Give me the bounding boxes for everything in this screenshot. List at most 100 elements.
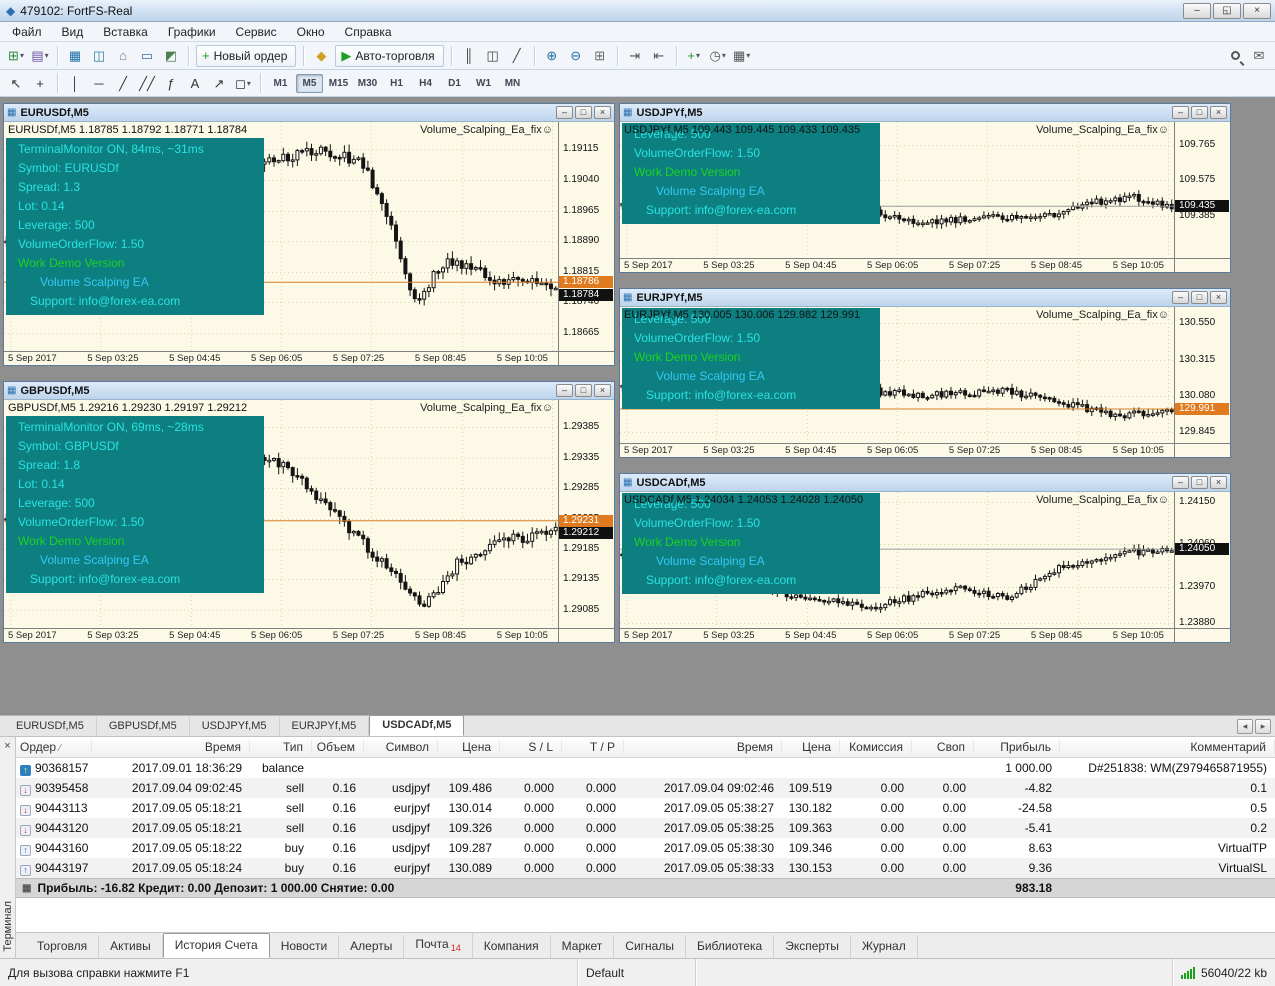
column-header-8[interactable]: Время [624, 740, 782, 754]
zoom-in-icon[interactable]: ⊕ [541, 45, 563, 67]
fibonacci-icon[interactable]: ƒ [160, 72, 182, 94]
timeframe-m30-button[interactable]: M30 [354, 74, 381, 93]
window-titlebar[interactable]: ◆ 479102: FortFS-Real – ◱ × [0, 0, 1275, 22]
terminal-tab-news[interactable]: Новости [270, 935, 340, 958]
chart-tab-gbpusdf-m5[interactable]: GBPUSDf,M5 [97, 717, 190, 736]
dropdown-caret-icon[interactable]: ▾ [20, 51, 24, 60]
terminal-tab-journal[interactable]: Журнал [851, 935, 918, 958]
time-axis[interactable]: 5 Sep 2017 5 Sep 03:25 5 Sep 04:45 5 Sep 06… [620, 258, 1174, 272]
chart-maximize-button[interactable]: □ [575, 106, 592, 119]
chart-maximize-button[interactable]: □ [1191, 291, 1208, 304]
navigator-icon[interactable]: ⌂ [112, 45, 134, 67]
timeframe-m1-button[interactable]: M1 [267, 74, 294, 93]
vertical-line-icon[interactable]: │ [64, 72, 86, 94]
chart-minimize-button[interactable]: – [1172, 476, 1189, 489]
tabs-scroll-left-button[interactable]: ◂ [1237, 719, 1253, 734]
timeframe-h4-button[interactable]: H4 [412, 74, 439, 93]
menu-view[interactable]: Вид [52, 23, 94, 41]
history-row[interactable]: ↑ 90443197 2017.09.05 05:18:24 buy 0.16 eurjp… [16, 858, 1275, 878]
menu-window[interactable]: Окно [287, 23, 335, 41]
cursor-icon[interactable]: ↖ [5, 72, 27, 94]
chart-minimize-button[interactable]: – [1172, 106, 1189, 119]
menu-file[interactable]: Файл [2, 23, 52, 41]
chart-maximize-button[interactable]: □ [1191, 476, 1208, 489]
candlestick-chart-icon[interactable]: ◫ [482, 45, 504, 67]
timeframe-m15-button[interactable]: M15 [325, 74, 352, 93]
autotrade-button[interactable]: ▶ Авто-торговля [335, 44, 444, 67]
price-scale[interactable]: 1.241501.240601.239701.238801.24050 [1174, 492, 1230, 628]
dropdown-caret-icon[interactable]: ▾ [45, 51, 49, 60]
history-row[interactable]: ↓ 90395458 2017.09.04 09:02:45 sell 0.16 usdj… [16, 778, 1275, 798]
menu-insert[interactable]: Вставка [93, 23, 158, 41]
periods-icon[interactable]: ◷ ▾ [707, 45, 729, 67]
chart-plot-area[interactable]: USDCADf,M5 1.24034 1.24053 1.24028 1.240… [620, 492, 1174, 628]
chart-plot-area[interactable]: EURUSDf,M5 1.18785 1.18792 1.18771 1.187… [4, 122, 558, 351]
crosshair-icon[interactable]: + [29, 72, 51, 94]
terminal-tab-trade[interactable]: Торговля [26, 935, 100, 958]
strategy-tester-icon[interactable]: ◩ [160, 45, 182, 67]
auto-scroll-icon[interactable]: ⇥ [624, 45, 646, 67]
time-axis[interactable]: 5 Sep 2017 5 Sep 03:25 5 Sep 04:45 5 Sep 06… [620, 628, 1174, 642]
terminal-tab-library[interactable]: Библиотека [686, 935, 775, 958]
timeframe-d1-button[interactable]: D1 [441, 74, 468, 93]
column-header-5[interactable]: Цена [438, 740, 500, 754]
menu-charts[interactable]: Графики [158, 23, 226, 41]
status-profile[interactable]: Default [578, 959, 696, 986]
time-axis[interactable]: 5 Sep 2017 5 Sep 03:25 5 Sep 04:45 5 Sep 06… [620, 443, 1174, 457]
text-tool-icon[interactable]: A [184, 72, 206, 94]
price-scale[interactable]: 130.550 130.315 130.080 129.845 129.991 [1174, 307, 1230, 443]
column-header-7[interactable]: T / P [562, 740, 624, 754]
column-header-1[interactable]: Время [92, 740, 250, 754]
timeframe-mn-button[interactable]: MN [499, 74, 526, 93]
menu-service[interactable]: Сервис [226, 23, 287, 41]
chart-tab-eurusdf-m5[interactable]: EURUSDf,M5 [4, 717, 97, 736]
dropdown-caret-icon[interactable]: ▾ [722, 51, 726, 60]
templates-icon[interactable]: ▦ ▾ [731, 45, 753, 67]
terminal-panel-icon[interactable]: ▭ [136, 45, 158, 67]
chart-plot-area[interactable]: GBPUSDf,M5 1.29216 1.29230 1.29197 1.292… [4, 400, 558, 628]
history-row[interactable]: ↑ 90368157 2017.09.01 18:36:29 balance 1 000… [16, 758, 1275, 778]
tile-windows-icon[interactable]: ⊞ [589, 45, 611, 67]
column-header-13[interactable]: Комментарий [1060, 740, 1275, 754]
window-restore-button[interactable]: ◱ [1213, 2, 1241, 19]
chart-minimize-button[interactable]: – [556, 106, 573, 119]
profiles-icon[interactable]: ▤ ▾ [29, 45, 51, 67]
metaeditor-icon[interactable]: ◆ [310, 45, 332, 67]
chat-icon[interactable]: ✉ [1248, 45, 1270, 67]
tabs-scroll-right-button[interactable]: ▸ [1255, 719, 1271, 734]
price-scale[interactable]: 1.19115 1.19040 1.18965 1.18890 1.18815 1.187… [558, 122, 614, 351]
column-header-11[interactable]: Своп [912, 740, 974, 754]
dropdown-caret-icon[interactable]: ▾ [696, 51, 700, 60]
channel-icon[interactable]: ╱╱ [136, 72, 158, 94]
timeframe-w1-button[interactable]: W1 [470, 74, 497, 93]
chart-window-titlebar[interactable]: ▦ EURUSDf,M5 – □ × [4, 104, 614, 122]
history-row[interactable]: ↓ 90443120 2017.09.05 05:18:21 sell 0.16 usdj… [16, 818, 1275, 838]
data-window-icon[interactable]: ◫ [88, 45, 110, 67]
column-header-2[interactable]: Тип [250, 740, 312, 754]
market-watch-icon[interactable]: ▦ [64, 45, 86, 67]
terminal-tab-assets[interactable]: Активы [99, 935, 163, 958]
chart-close-button[interactable]: × [1210, 476, 1227, 489]
price-scale[interactable]: 109.765 109.575 109.385 109.435 [1174, 122, 1230, 258]
chart-window-titlebar[interactable]: ▦ GBPUSDf,M5 – □ × [4, 382, 614, 400]
column-header-0[interactable]: Ордер ∕ [16, 740, 92, 754]
window-close-button[interactable]: × [1243, 2, 1271, 19]
price-scale[interactable]: 1.293851.293351.292851.292351.291851.291… [558, 400, 614, 628]
chart-window-titlebar[interactable]: ▦ USDCADf,M5 – □ × [620, 474, 1230, 492]
chart-plot-area[interactable]: EURJPYf,M5 130.005 130.006 129.982 129.9… [620, 307, 1174, 443]
terminal-tab-experts[interactable]: Эксперты [774, 935, 851, 958]
chart-window-eurjpyf[interactable]: ▦ EURJPYf,M5 – □ × EURJPYf,M5 130.005 13… [619, 288, 1231, 458]
chart-close-button[interactable]: × [1210, 291, 1227, 304]
column-header-6[interactable]: S / L [500, 740, 562, 754]
terminal-tab-alerts[interactable]: Алерты [339, 935, 405, 958]
chart-shift-icon[interactable]: ⇤ [648, 45, 670, 67]
shapes-icon[interactable]: ◻ ▾ [232, 72, 254, 94]
zoom-out-icon[interactable]: ⊖ [565, 45, 587, 67]
horizontal-line-icon[interactable]: ─ [88, 72, 110, 94]
time-axis[interactable]: 5 Sep 2017 5 Sep 03:25 5 Sep 04:45 5 Sep 06… [4, 628, 558, 642]
trendline-icon[interactable]: ╱ [112, 72, 134, 94]
chart-maximize-button[interactable]: □ [575, 384, 592, 397]
column-header-3[interactable]: Объем [312, 740, 364, 754]
chart-minimize-button[interactable]: – [556, 384, 573, 397]
history-row[interactable]: ↓ 90443113 2017.09.05 05:18:21 sell 0.16 eurj… [16, 798, 1275, 818]
